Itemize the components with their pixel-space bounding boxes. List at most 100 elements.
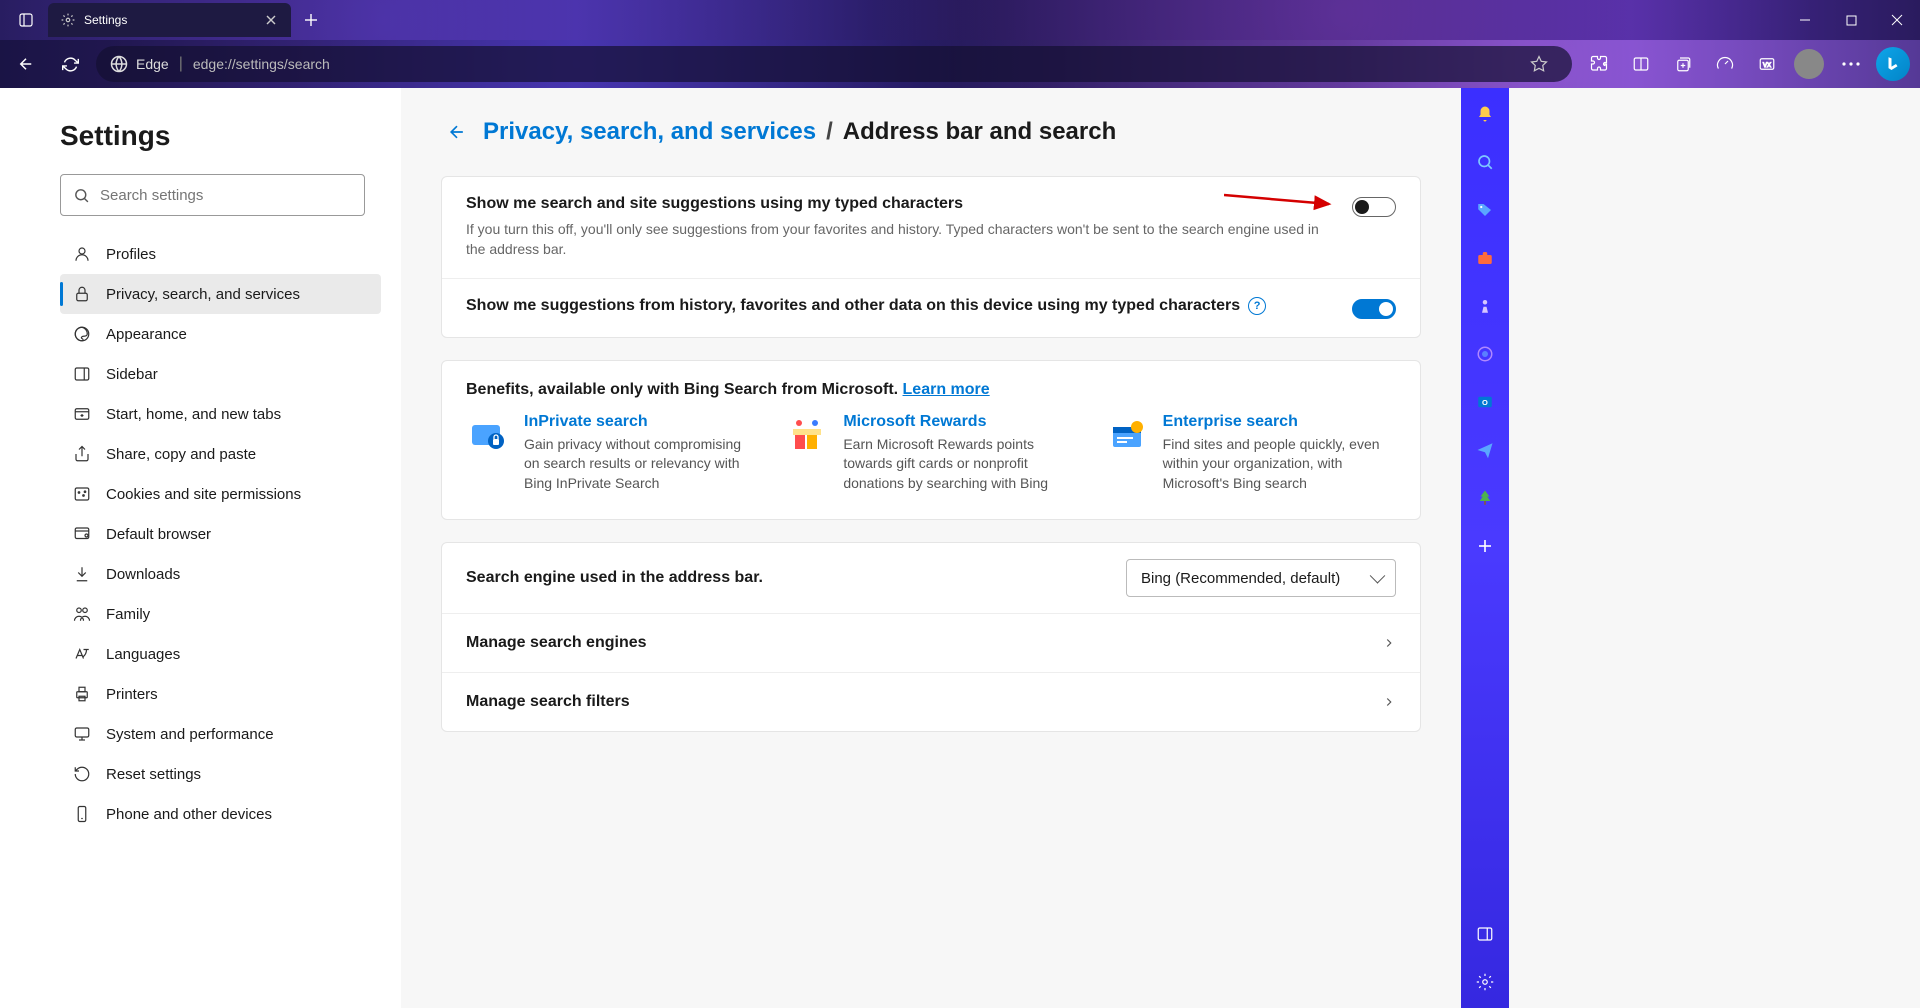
nav-profiles[interactable]: Profiles	[60, 234, 381, 274]
nav-sidebar[interactable]: Sidebar	[60, 354, 381, 394]
manage-search-filters-link[interactable]: Manage search filters	[442, 673, 1420, 731]
reset-icon	[72, 764, 92, 784]
benefit-title[interactable]: InPrivate search	[524, 413, 757, 431]
rewards-icon	[785, 413, 829, 457]
setting-suggestions-title: Show me search and site suggestions usin…	[466, 195, 1332, 213]
window-titlebar: Settings	[0, 0, 1920, 40]
benefit-rewards: Microsoft Rewards Earn Microsoft Rewards…	[785, 413, 1076, 494]
site-identity[interactable]: Edge	[110, 55, 169, 73]
rail-tag-icon[interactable]	[1471, 196, 1499, 224]
lock-icon	[72, 284, 92, 304]
new-tab-button[interactable]	[295, 4, 327, 36]
share-icon	[72, 444, 92, 464]
setting-suggestions-desc: If you turn this off, you'll only see su…	[466, 219, 1332, 260]
address-bar[interactable]: Edge | edge://settings/search	[96, 46, 1572, 82]
enterprise-icon	[1105, 413, 1149, 457]
rail-search-icon[interactable]	[1471, 148, 1499, 176]
tab-title: Settings	[84, 13, 127, 27]
benefit-desc: Find sites and people quickly, even with…	[1163, 435, 1396, 494]
benefit-desc: Earn Microsoft Rewards points towards gi…	[843, 435, 1076, 494]
help-icon[interactable]: ?	[1248, 297, 1266, 315]
rail-office-icon[interactable]	[1471, 340, 1499, 368]
printer-icon	[72, 684, 92, 704]
breadcrumb-current: Address bar and search	[843, 118, 1116, 146]
nav-reset[interactable]: Reset settings	[60, 754, 381, 794]
edge-sidebar-rail: O	[1461, 88, 1509, 1008]
url-text: edge://settings/search	[193, 56, 330, 72]
rail-tree-icon[interactable]	[1471, 484, 1499, 512]
sidebar-icon	[72, 364, 92, 384]
browser-toolbar: Edge | edge://settings/search VX	[0, 40, 1920, 88]
profile-avatar[interactable]	[1790, 46, 1828, 82]
nav-appearance[interactable]: Appearance	[60, 314, 381, 354]
rail-briefcase-icon[interactable]	[1471, 244, 1499, 272]
benefit-title[interactable]: Microsoft Rewards	[843, 413, 1076, 431]
rail-settings-icon[interactable]	[1471, 968, 1499, 996]
manage-search-engines-link[interactable]: Manage search engines	[442, 614, 1420, 673]
nav-default-browser[interactable]: Default browser	[60, 514, 381, 554]
search-engine-card: Search engine used in the address bar. B…	[441, 542, 1421, 732]
nav-system[interactable]: System and performance	[60, 714, 381, 754]
benefits-heading: Benefits, available only with Bing Searc…	[442, 361, 1420, 413]
close-tab-icon[interactable]	[263, 12, 279, 28]
learn-more-link[interactable]: Learn more	[903, 381, 990, 398]
extensions-icon[interactable]	[1580, 46, 1618, 82]
browser-tab[interactable]: Settings	[48, 3, 291, 37]
search-input[interactable]	[100, 187, 352, 204]
rail-add-icon[interactable]	[1471, 532, 1499, 560]
protocol-label: Edge	[136, 56, 169, 72]
tab-actions-icon[interactable]	[8, 2, 44, 38]
more-menu-icon[interactable]	[1832, 46, 1870, 82]
settings-nav: Profiles Privacy, search, and services A…	[60, 234, 381, 834]
benefit-title[interactable]: Enterprise search	[1163, 413, 1396, 431]
performance-icon[interactable]	[1706, 46, 1744, 82]
download-icon	[72, 564, 92, 584]
monitor-icon	[72, 724, 92, 744]
minimize-button[interactable]	[1782, 0, 1828, 40]
family-icon	[72, 604, 92, 624]
breadcrumb-separator: /	[826, 118, 833, 146]
breadcrumb-parent-link[interactable]: Privacy, search, and services	[483, 118, 816, 146]
nav-share[interactable]: Share, copy and paste	[60, 434, 381, 474]
nav-languages[interactable]: Languages	[60, 634, 381, 674]
nav-cookies[interactable]: Cookies and site permissions	[60, 474, 381, 514]
toggle-local-suggestions[interactable]	[1352, 299, 1396, 319]
rail-send-icon[interactable]	[1471, 436, 1499, 464]
nav-privacy[interactable]: Privacy, search, and services	[60, 274, 381, 314]
sidebar-title: Settings	[60, 120, 381, 152]
bing-chat-button[interactable]	[1874, 46, 1912, 82]
rail-pawn-icon[interactable]	[1471, 292, 1499, 320]
close-window-button[interactable]	[1874, 0, 1920, 40]
search-icon	[73, 187, 90, 204]
nav-downloads[interactable]: Downloads	[60, 554, 381, 594]
benefits-card: Benefits, available only with Bing Searc…	[441, 360, 1421, 521]
nav-family[interactable]: Family	[60, 594, 381, 634]
cookies-icon	[72, 484, 92, 504]
phone-icon	[72, 804, 92, 824]
benefit-inprivate: InPrivate search Gain privacy without co…	[466, 413, 757, 494]
favorite-star-icon[interactable]	[1520, 46, 1558, 82]
nav-phone[interactable]: Phone and other devices	[60, 794, 381, 834]
search-engine-label: Search engine used in the address bar.	[466, 569, 1126, 587]
nav-start[interactable]: Start, home, and new tabs	[60, 394, 381, 434]
appearance-icon	[72, 324, 92, 344]
rail-bell-icon[interactable]	[1471, 100, 1499, 128]
breadcrumb-back-button[interactable]	[441, 116, 473, 148]
settings-search-box[interactable]	[60, 174, 365, 216]
rail-outlook-icon[interactable]: O	[1471, 388, 1499, 416]
vx-icon[interactable]: VX	[1748, 46, 1786, 82]
back-button[interactable]	[8, 46, 44, 82]
profile-icon	[72, 244, 92, 264]
search-engine-dropdown[interactable]: Bing (Recommended, default)	[1126, 559, 1396, 597]
setting-local-suggestions-title: Show me suggestions from history, favori…	[466, 297, 1240, 315]
split-screen-icon[interactable]	[1622, 46, 1660, 82]
refresh-button[interactable]	[52, 46, 88, 82]
rail-panel-icon[interactable]	[1471, 920, 1499, 948]
maximize-button[interactable]	[1828, 0, 1874, 40]
nav-printers[interactable]: Printers	[60, 674, 381, 714]
collections-icon[interactable]	[1664, 46, 1702, 82]
toggle-search-suggestions[interactable]	[1352, 197, 1396, 217]
browser-icon	[72, 524, 92, 544]
breadcrumb: Privacy, search, and services / Address …	[441, 116, 1421, 148]
gear-icon	[60, 12, 76, 28]
